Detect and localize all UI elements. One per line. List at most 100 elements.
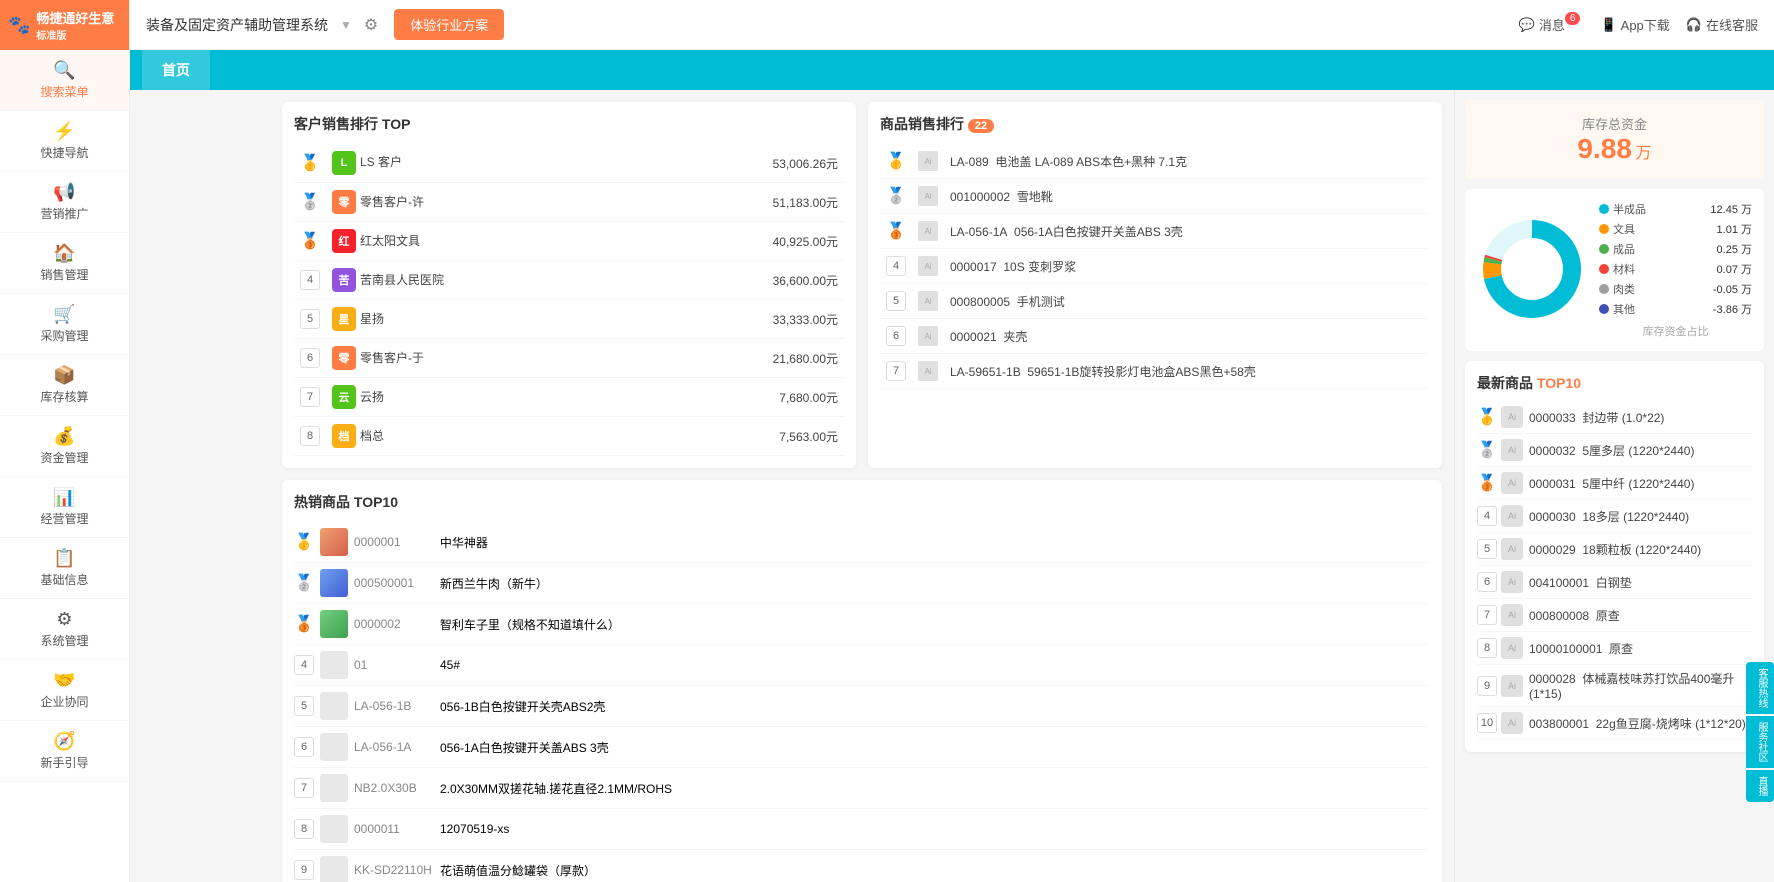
legend-value: -0.05 万 <box>1697 281 1752 297</box>
table-row: 5 星星扬 33,333.00元 <box>294 300 844 339</box>
sidebar-item-finance[interactable]: 💰 资金管理 <box>0 416 129 477</box>
product-thumb: Ai <box>1501 538 1523 560</box>
tab-home-label: 首页 <box>162 60 190 80</box>
hot-product-code: KK-SD22110H <box>354 863 434 877</box>
product-sale-table: 🥇 Ai LA-089 电池盖 LA-089 ABS本色+黑种 7.1克 🥈 A… <box>880 144 1430 389</box>
sidebar-item-cooperation[interactable]: 🤝 企业协同 <box>0 660 129 721</box>
message-icon: 💬 <box>1519 17 1535 33</box>
product-rank: 6 <box>1477 572 1495 592</box>
legend-value: 0.07 万 <box>1697 261 1752 277</box>
purchase-icon: 🛒 <box>53 304 75 325</box>
list-item: 9 KK-SD22110H 花语萌值温分鲶罐袋（厚款） <box>294 850 1430 882</box>
product-thumb <box>320 651 348 679</box>
legend-value: 0.25 万 <box>1697 241 1752 257</box>
legend-item: 半成品 12.45 万 <box>1599 201 1752 217</box>
hot-product-code: NB2.0X30B <box>354 781 434 795</box>
hot-product-code: 0000011 <box>354 822 434 836</box>
product-thumb: Ai <box>1501 604 1523 626</box>
new-products-card: 最新商品 TOP10 🥇 Ai 0000033 封边带 (1.0*22) 🥈 A… <box>1465 361 1764 752</box>
search-icon: 🔍 <box>53 60 75 81</box>
sidebar-label-marketing: 营销推广 <box>40 205 88 222</box>
app-download-item[interactable]: 📱 App下载 <box>1600 15 1669 34</box>
list-item: 🥇 Ai 0000033 封边带 (1.0*22) <box>1477 401 1752 434</box>
list-item: 4 Ai 0000030 18多层 (1220*2440) <box>1477 500 1752 533</box>
topbar-right: 💬 消息 6 📱 App下载 🎧 在线客服 <box>1519 15 1758 34</box>
table-row: 🥈 零零售客户-许 51,183.00元 <box>294 183 844 222</box>
product-rank: 7 <box>1477 605 1495 625</box>
product-thumb <box>320 692 348 720</box>
legend-value: 1.01 万 <box>1697 221 1752 237</box>
sidebar-item-guide[interactable]: 🧭 新手引导 <box>0 721 129 782</box>
online-service-item[interactable]: 🎧 在线客服 <box>1686 15 1758 34</box>
legend-label: 文具 <box>1613 221 1693 237</box>
cooperation-icon: 🤝 <box>53 670 75 691</box>
float-live[interactable]: 直播 <box>1746 770 1774 802</box>
sidebar-item-purchase[interactable]: 🛒 采购管理 <box>0 294 129 355</box>
sidebar-item-search[interactable]: 🔍 搜索菜单 <box>0 50 129 111</box>
sidebar: 🐾 畅捷通好生意 标准版 🔍 搜索菜单 ⚡ 快捷导航 📢 营销推广 🏠 销售管理… <box>0 0 130 882</box>
legend-label: 材料 <box>1613 261 1693 277</box>
finance-icon: 💰 <box>53 426 75 447</box>
sidebar-item-quick-nav[interactable]: ⚡ 快捷导航 <box>0 111 129 172</box>
float-service: 客服热线 服务社区 直播 <box>1746 662 1774 802</box>
hot-product-name: 中华神器 <box>440 534 488 551</box>
sidebar-item-basic-info[interactable]: 📋 基础信息 <box>0 538 129 599</box>
dropdown-arrow-icon[interactable]: ▼ <box>340 18 352 32</box>
donut-chart <box>1477 214 1587 327</box>
legend-value: -3.86 万 <box>1697 301 1752 317</box>
product-name: 0000028 体械嘉枝味苏打饮品400毫升 (1*15) <box>1529 670 1752 701</box>
trial-button[interactable]: 体验行业方案 <box>394 9 504 40</box>
sidebar-item-sales[interactable]: 🏠 销售管理 <box>0 233 129 294</box>
settings-icon[interactable]: ⚙ <box>364 15 378 35</box>
legend-item: 材料 0.07 万 <box>1599 261 1752 277</box>
logo-subtitle: 标准版 <box>36 27 114 42</box>
product-thumb <box>320 774 348 802</box>
stock-total-value: 9.88 万 <box>1479 133 1750 165</box>
list-item: 8 Ai 10000100001 原查 <box>1477 632 1752 665</box>
hot-product-name: 12070519-xs <box>440 822 509 836</box>
product-name: 000800008 原查 <box>1529 607 1752 624</box>
phone-icon: 📱 <box>1600 17 1616 33</box>
hot-product-code: LA-056-1A <box>354 740 434 754</box>
sidebar-item-operations[interactable]: 📊 经营管理 <box>0 477 129 538</box>
product-thumb: Ai <box>1501 637 1523 659</box>
product-rank: 🥇 <box>1477 407 1495 427</box>
hot-product-name: 056-1A白色按键开关盖ABS 3壳 <box>440 739 609 756</box>
tab-home[interactable]: 首页 <box>142 50 210 90</box>
product-name: 0000029 18颗粒板 (1220*2440) <box>1529 541 1752 558</box>
legend-label: 半成品 <box>1613 201 1693 217</box>
main-area: 装备及固定资产辅助管理系统 ▼ ⚙ 体验行业方案 💬 消息 6 📱 App下载 … <box>130 0 1774 882</box>
messages-item[interactable]: 💬 消息 6 <box>1519 15 1585 34</box>
legend-value: 12.45 万 <box>1697 201 1752 217</box>
sidebar-label-basic: 基础信息 <box>40 571 88 588</box>
float-customer-service[interactable]: 客服热线 <box>1746 662 1774 714</box>
product-name: 0000030 18多层 (1220*2440) <box>1529 508 1752 525</box>
hot-products-title: 热销商品 TOP10 <box>294 492 1430 512</box>
hot-product-name: 056-1B白色按键开关壳ABS2壳 <box>440 698 605 715</box>
list-item: 6 Ai 004100001 白钢垫 <box>1477 566 1752 599</box>
stock-unit: 万 <box>1636 145 1652 162</box>
hot-products-list: 🥇 0000001 中华神器 🥈 000500001 新西兰牛肉（新牛） 🥉 0… <box>294 522 1430 882</box>
legend-item: 其他 -3.86 万 <box>1599 301 1752 317</box>
product-thumb: Ai <box>1501 571 1523 593</box>
headset-icon: 🎧 <box>1686 17 1702 33</box>
legend-item: 文具 1.01 万 <box>1599 221 1752 237</box>
sidebar-item-system[interactable]: ⚙ 系统管理 <box>0 599 129 660</box>
product-thumb <box>320 856 348 882</box>
inventory-icon: 📦 <box>53 365 75 386</box>
table-row: 8 档档总 7,563.00元 <box>294 417 844 456</box>
product-rank: 🥉 <box>1477 473 1495 493</box>
float-community[interactable]: 服务社区 <box>1746 716 1774 768</box>
sidebar-label-sales: 销售管理 <box>40 266 88 283</box>
legend-label: 其他 <box>1613 301 1693 317</box>
product-sale-title: 商品销售排行 22 <box>880 114 1430 134</box>
hot-product-name: 智利车子里（规格不知道填什么） <box>440 616 620 633</box>
content-area: 客户销售排行 TOP 🥇 LLS 客户 53,006.26元 🥈 零零售客户-许… <box>130 90 1774 882</box>
list-item: 9 Ai 0000028 体械嘉枝味苏打饮品400毫升 (1*15) <box>1477 665 1752 707</box>
hot-product-code: LA-056-1B <box>354 699 434 713</box>
sidebar-item-inventory[interactable]: 📦 库存核算 <box>0 355 129 416</box>
new-products-list: 🥇 Ai 0000033 封边带 (1.0*22) 🥈 Ai 0000032 5… <box>1477 401 1752 740</box>
sidebar-item-marketing[interactable]: 📢 营销推广 <box>0 172 129 233</box>
sidebar-label-operations: 经营管理 <box>40 510 88 527</box>
product-thumb <box>320 815 348 843</box>
